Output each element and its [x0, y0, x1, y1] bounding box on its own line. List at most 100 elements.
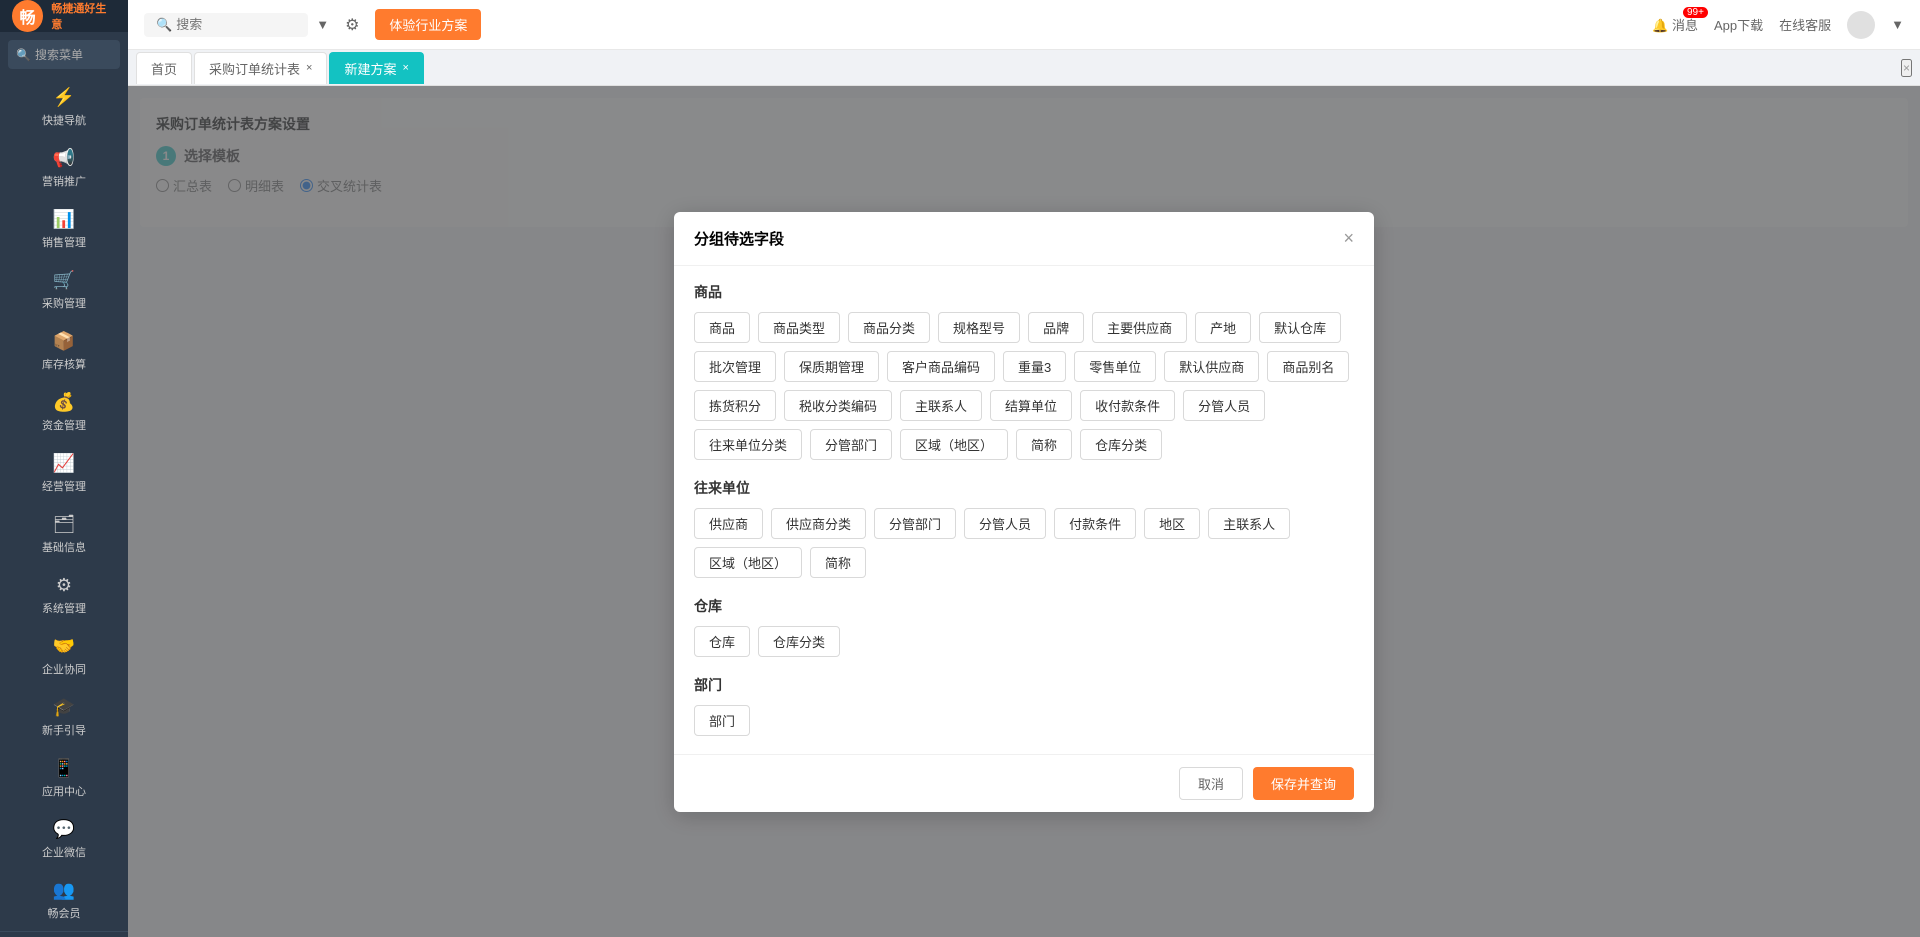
- sidebar-label-inventory: 库存核算: [42, 356, 86, 372]
- field-item-weight3[interactable]: 重量3: [1003, 351, 1066, 382]
- sidebar-icon-finance: 💰: [53, 392, 75, 413]
- field-item-goods-category[interactable]: 商品分类: [848, 312, 930, 343]
- field-item-pick-points[interactable]: 拣货积分: [694, 390, 776, 421]
- field-item-main-contact2[interactable]: 主联系人: [1208, 508, 1290, 539]
- field-item-default-warehouse[interactable]: 默认仓库: [1259, 312, 1341, 343]
- field-item-goods[interactable]: 商品: [694, 312, 750, 343]
- field-item-main-contact[interactable]: 主联系人: [900, 390, 982, 421]
- sidebar-item-purchase[interactable]: 🛒采购管理: [0, 260, 128, 321]
- field-item-pay-terms[interactable]: 付款条件: [1054, 508, 1136, 539]
- field-group-title-goods: 商品: [694, 282, 1354, 302]
- field-item-goods-alias[interactable]: 商品别名: [1267, 351, 1349, 382]
- field-group-dept: 部门部门: [694, 675, 1354, 736]
- field-item-default-supplier[interactable]: 默认供应商: [1164, 351, 1259, 382]
- sidebar-item-enterprise-wechat[interactable]: 💬企业微信: [0, 809, 128, 870]
- field-item-mgmt-dept[interactable]: 分管部门: [810, 429, 892, 460]
- trial-button[interactable]: 体验行业方案: [375, 9, 481, 40]
- field-items-partner: 供应商供应商分类分管部门分管人员付款条件地区主联系人区域（地区） 简称: [694, 508, 1354, 578]
- sidebar-label-new-guide: 新手引导: [42, 722, 86, 738]
- sidebar: 畅 畅捷通好生意 🔍 搜索菜单 ⚡快捷导航📢营销推广📊销售管理🛒采购管理📦库存核…: [0, 0, 128, 937]
- field-item-manager[interactable]: 分管人员: [1183, 390, 1265, 421]
- tab-label-0: 首页: [151, 59, 177, 78]
- cancel-button[interactable]: 取消: [1179, 767, 1243, 800]
- field-item-main-supplier[interactable]: 主要供应商: [1092, 312, 1187, 343]
- logo-icon: 畅: [12, 0, 43, 32]
- user-avatar[interactable]: [1847, 11, 1875, 39]
- tab-label-1: 采购订单统计表: [209, 59, 300, 78]
- field-group-title-dept: 部门: [694, 675, 1354, 695]
- notification-count: 99+: [1683, 7, 1708, 18]
- field-item-dept-manager[interactable]: 分管人员: [964, 508, 1046, 539]
- search-input[interactable]: [176, 17, 296, 32]
- sidebar-label-sales: 销售管理: [42, 234, 86, 250]
- tab-0[interactable]: 首页: [136, 52, 192, 84]
- field-item-origin[interactable]: 产地: [1195, 312, 1251, 343]
- field-items-dept: 部门: [694, 705, 1354, 736]
- field-item-region[interactable]: 区域（地区）: [900, 429, 1008, 460]
- sidebar-item-app-center[interactable]: 📱应用中心: [0, 748, 128, 809]
- modal-body[interactable]: 商品商品商品类型商品分类规格型号品牌主要供应商产地默认仓库批次管理保质期管理客户…: [674, 266, 1374, 754]
- sidebar-nav: ⚡快捷导航📢营销推广 📊 销售管理 🛒采购管理📦库存核算💰资金管理📈经营管理🗂基础信息…: [0, 77, 128, 931]
- sidebar-item-cooperation[interactable]: 🤝企业协同: [0, 626, 128, 687]
- close-all-tabs-button[interactable]: ×: [1901, 59, 1912, 77]
- notification-badge[interactable]: 🔔 99+ 消息: [1652, 15, 1698, 34]
- sidebar-item-sales[interactable]: 📊 销售管理: [0, 199, 128, 260]
- field-item-supplier-category[interactable]: 供应商分类: [771, 508, 866, 539]
- modal-close-button[interactable]: ×: [1343, 228, 1354, 249]
- sidebar-label-cooperation: 企业协同: [42, 661, 86, 677]
- field-item-abbr2[interactable]: 简称: [810, 547, 866, 578]
- field-item-dept[interactable]: 分管部门: [874, 508, 956, 539]
- user-menu-icon[interactable]: ▼: [1891, 17, 1904, 32]
- tab-close-2[interactable]: ×: [402, 62, 408, 74]
- sidebar-item-member[interactable]: 👥畅会员: [0, 870, 128, 931]
- save-query-button[interactable]: 保存并查询: [1253, 767, 1354, 800]
- sidebar-label-marketing: 营销推广: [42, 173, 86, 189]
- notification-label: 消息: [1672, 18, 1698, 33]
- sidebar-item-quick-nav[interactable]: ⚡快捷导航: [0, 77, 128, 138]
- online-service-link[interactable]: 在线客服: [1779, 15, 1831, 34]
- field-item-supplier[interactable]: 供应商: [694, 508, 763, 539]
- field-item-settlement-unit[interactable]: 结算单位: [990, 390, 1072, 421]
- sidebar-item-basic-info[interactable]: 🗂基础信息: [0, 504, 128, 565]
- sidebar-item-system[interactable]: ⚙系统管理: [0, 565, 128, 626]
- sidebar-item-inventory[interactable]: 📦库存核算: [0, 321, 128, 382]
- modal-title: 分组待选字段: [694, 228, 784, 249]
- field-item-payment-terms[interactable]: 收付款条件: [1080, 390, 1175, 421]
- field-item-goods-type[interactable]: 商品类型: [758, 312, 840, 343]
- sidebar-item-operations[interactable]: 📈经营管理: [0, 443, 128, 504]
- sidebar-item-marketing[interactable]: 📢营销推广: [0, 138, 128, 199]
- field-item-brand[interactable]: 品牌: [1028, 312, 1084, 343]
- tab-1[interactable]: 采购订单统计表 ×: [194, 52, 327, 84]
- field-item-customer-code[interactable]: 客户商品编码: [887, 351, 995, 382]
- field-item-quality-mgmt[interactable]: 保质期管理: [784, 351, 879, 382]
- field-item-tax-code[interactable]: 税收分类编码: [784, 390, 892, 421]
- field-item-region2[interactable]: 地区: [1144, 508, 1200, 539]
- field-group-partner: 往来单位供应商供应商分类分管部门分管人员付款条件地区主联系人区域（地区）简称: [694, 478, 1354, 578]
- field-items-warehouse: 仓库仓库分类: [694, 626, 1354, 657]
- header-settings-icon[interactable]: ⚙: [345, 15, 359, 35]
- dropdown-selector[interactable]: ▼: [316, 17, 329, 32]
- sidebar-item-finance[interactable]: 💰资金管理: [0, 382, 128, 443]
- search-icon: 🔍: [16, 48, 31, 62]
- field-item-warehouse[interactable]: 仓库: [694, 626, 750, 657]
- field-item-from-unit-category[interactable]: 往来单位分类: [694, 429, 802, 460]
- tab-close-1[interactable]: ×: [306, 62, 312, 74]
- sidebar-item-new-guide[interactable]: 🎓新手引导: [0, 687, 128, 748]
- field-item-spec-type[interactable]: 规格型号: [938, 312, 1020, 343]
- field-item-warehouse-category[interactable]: 仓库分类: [1080, 429, 1162, 460]
- modal-overlay: 分组待选字段 × 商品商品商品类型商品分类规格型号品牌主要供应商产地默认仓库批次…: [128, 86, 1920, 937]
- sidebar-icon-sales: 📊: [53, 209, 75, 230]
- field-item-abbr[interactable]: 简称: [1016, 429, 1072, 460]
- field-item-retail-unit[interactable]: 零售单位: [1074, 351, 1156, 382]
- app-download-link[interactable]: App下载: [1714, 15, 1763, 34]
- tab-label-2: 新建方案: [344, 59, 396, 78]
- field-item-warehouse-cat[interactable]: 仓库分类: [758, 626, 840, 657]
- field-item-department[interactable]: 部门: [694, 705, 750, 736]
- sidebar-label-enterprise-wechat: 企业微信: [42, 844, 86, 860]
- field-item-batch-mgmt[interactable]: 批次管理: [694, 351, 776, 382]
- field-item-region-area[interactable]: 区域（地区）: [694, 547, 802, 578]
- sidebar-label-app-center: 应用中心: [42, 783, 86, 799]
- tab-2[interactable]: 新建方案 ×: [329, 52, 423, 84]
- search-menu-button[interactable]: 🔍 搜索菜单: [8, 40, 120, 69]
- sidebar-label-operations: 经营管理: [42, 478, 86, 494]
